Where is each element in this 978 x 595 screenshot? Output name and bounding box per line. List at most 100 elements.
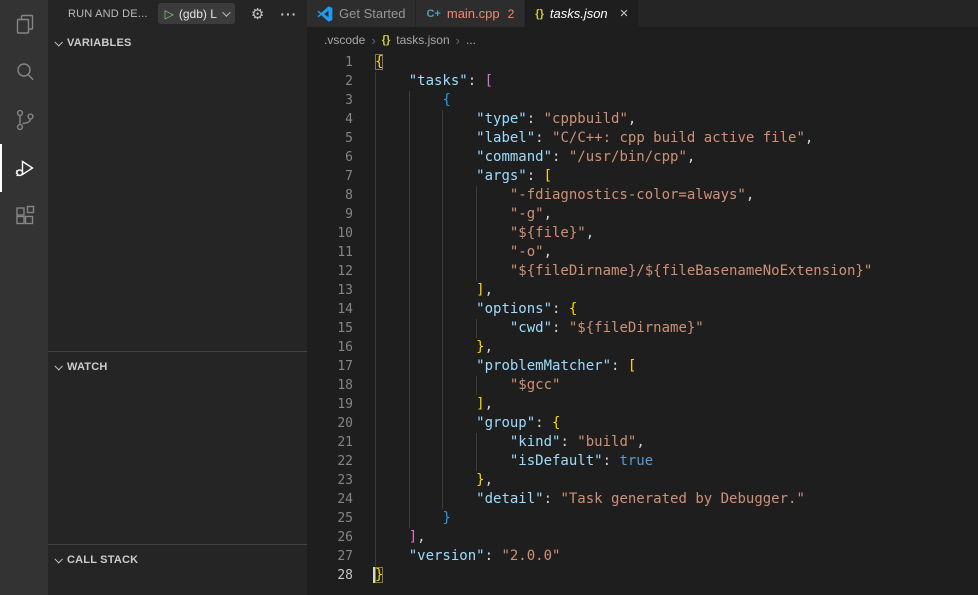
section-title: WATCH: [67, 361, 108, 373]
search-icon[interactable]: [0, 48, 48, 96]
code-line-25[interactable]: 25 }: [307, 509, 978, 528]
code-line-8[interactable]: 8 "-fdiagnostics-color=always",: [307, 186, 978, 205]
indent-guide: [409, 338, 410, 357]
code-line-15[interactable]: 15 "cwd": "${fileDirname}": [307, 319, 978, 338]
code-line-6[interactable]: 6 "command": "/usr/bin/cpp",: [307, 148, 978, 167]
indent-guide: [409, 319, 410, 338]
code-line-9[interactable]: 9 "-g",: [307, 205, 978, 224]
line-text: "label": "C/C++: cpp build active file",: [375, 129, 813, 148]
token: "kind": [510, 434, 561, 450]
line-text: }: [375, 509, 451, 528]
indent-guide: [409, 205, 410, 224]
watch-section-header[interactable]: WATCH: [48, 356, 307, 378]
code-line-16[interactable]: 16 },: [307, 338, 978, 357]
code-line-11[interactable]: 11 "-o",: [307, 243, 978, 262]
token: [375, 548, 409, 564]
gear-icon[interactable]: ⚙: [251, 5, 264, 23]
indent-guide: [375, 148, 376, 167]
indent-guide: [442, 148, 443, 167]
token: [375, 358, 476, 374]
code-line-13[interactable]: 13 ],: [307, 281, 978, 300]
breadcrumb-folder[interactable]: .vscode: [324, 33, 365, 47]
code-line-4[interactable]: 4 "type": "cppbuild",: [307, 110, 978, 129]
debug-launch-config-dropdown[interactable]: ▷ (gdb) L: [158, 3, 235, 24]
code-line-2[interactable]: 2 "tasks": [: [307, 72, 978, 91]
code-line-10[interactable]: 10 "${file}",: [307, 224, 978, 243]
token: "command": [476, 149, 552, 165]
indent-guide: [442, 281, 443, 300]
tab-main-cpp[interactable]: C+ main.cpp 2: [416, 0, 525, 27]
token: ]: [476, 282, 484, 298]
token: [375, 396, 476, 412]
code-line-20[interactable]: 20 "group": {: [307, 414, 978, 433]
indent-guide: [375, 338, 376, 357]
line-text: "-g",: [375, 205, 552, 224]
indent-guide: [375, 433, 376, 452]
indent-guide: [375, 490, 376, 509]
close-icon[interactable]: ×: [620, 5, 629, 22]
tab-label: Get Started: [339, 6, 405, 21]
indent-guide: [375, 319, 376, 338]
code-line-1[interactable]: 1{: [307, 53, 978, 72]
indent-guide: [375, 243, 376, 262]
more-actions-icon[interactable]: ···: [280, 6, 297, 22]
code-area[interactable]: 1{2 "tasks": [3 {4 "type": "cppbuild",5 …: [307, 53, 978, 595]
token: true: [619, 453, 653, 469]
indent-guide: [409, 243, 410, 262]
extensions-icon[interactable]: [0, 192, 48, 240]
indent-guide: [409, 281, 410, 300]
run-and-debug-icon[interactable]: [0, 144, 48, 192]
token: "2.0.0": [501, 548, 560, 564]
code-line-24[interactable]: 24 "detail": "Task generated by Debugger…: [307, 490, 978, 509]
code-line-26[interactable]: 26 ],: [307, 528, 978, 547]
code-line-21[interactable]: 21 "kind": "build",: [307, 433, 978, 452]
code-line-22[interactable]: 22 "isDefault": true: [307, 452, 978, 471]
line-number: 21: [307, 433, 353, 452]
code-line-7[interactable]: 7 "args": [: [307, 167, 978, 186]
line-text: }: [375, 566, 383, 585]
breadcrumb-file[interactable]: tasks.json: [396, 33, 449, 47]
indent-guide: [409, 167, 410, 186]
token: ,: [417, 529, 425, 545]
chevron-down-icon: [54, 555, 62, 563]
explorer-icon[interactable]: [0, 0, 48, 48]
code-line-5[interactable]: 5 "label": "C/C++: cpp build active file…: [307, 129, 978, 148]
code-line-23[interactable]: 23 },: [307, 471, 978, 490]
code-line-28[interactable]: 28}: [307, 566, 978, 585]
indent-guide: [375, 224, 376, 243]
indent-guide: [476, 205, 477, 224]
token: [375, 301, 476, 317]
source-control-icon[interactable]: [0, 96, 48, 144]
line-number: 3: [307, 91, 353, 110]
code-line-17[interactable]: 17 "problemMatcher": [: [307, 357, 978, 376]
code-line-12[interactable]: 12 "${fileDirname}/${fileBasenameNoExten…: [307, 262, 978, 281]
code-line-18[interactable]: 18 "$gcc": [307, 376, 978, 395]
tab-get-started[interactable]: Get Started: [307, 0, 416, 27]
indent-guide: [476, 319, 477, 338]
indent-guide: [375, 91, 376, 110]
indent-guide: [442, 452, 443, 471]
tab-tasks-json[interactable]: {} tasks.json ×: [525, 0, 639, 27]
line-number: 5: [307, 129, 353, 148]
code-line-19[interactable]: 19 ],: [307, 395, 978, 414]
indent-guide: [442, 110, 443, 129]
line-number: 8: [307, 186, 353, 205]
code-line-14[interactable]: 14 "options": {: [307, 300, 978, 319]
token: "cppbuild": [544, 111, 628, 127]
token: [375, 529, 409, 545]
line-text: "options": {: [375, 300, 577, 319]
line-text: ],: [375, 281, 493, 300]
code-line-3[interactable]: 3 {: [307, 91, 978, 110]
indent-guide: [476, 452, 477, 471]
token: [375, 491, 476, 507]
editor-group: Get Started C+ main.cpp 2 {} tasks.json …: [307, 0, 978, 595]
line-text: "detail": "Task generated by Debugger.": [375, 490, 805, 509]
line-text: ],: [375, 528, 426, 547]
call-stack-section-header[interactable]: CALL STACK: [48, 549, 307, 571]
debug-start-icon[interactable]: ▷: [165, 8, 174, 20]
line-text: "-o",: [375, 243, 552, 262]
token: "build": [577, 434, 636, 450]
breadcrumb-symbol[interactable]: ...: [466, 33, 476, 47]
variables-section-header[interactable]: VARIABLES: [48, 32, 307, 54]
code-line-27[interactable]: 27 "version": "2.0.0": [307, 547, 978, 566]
